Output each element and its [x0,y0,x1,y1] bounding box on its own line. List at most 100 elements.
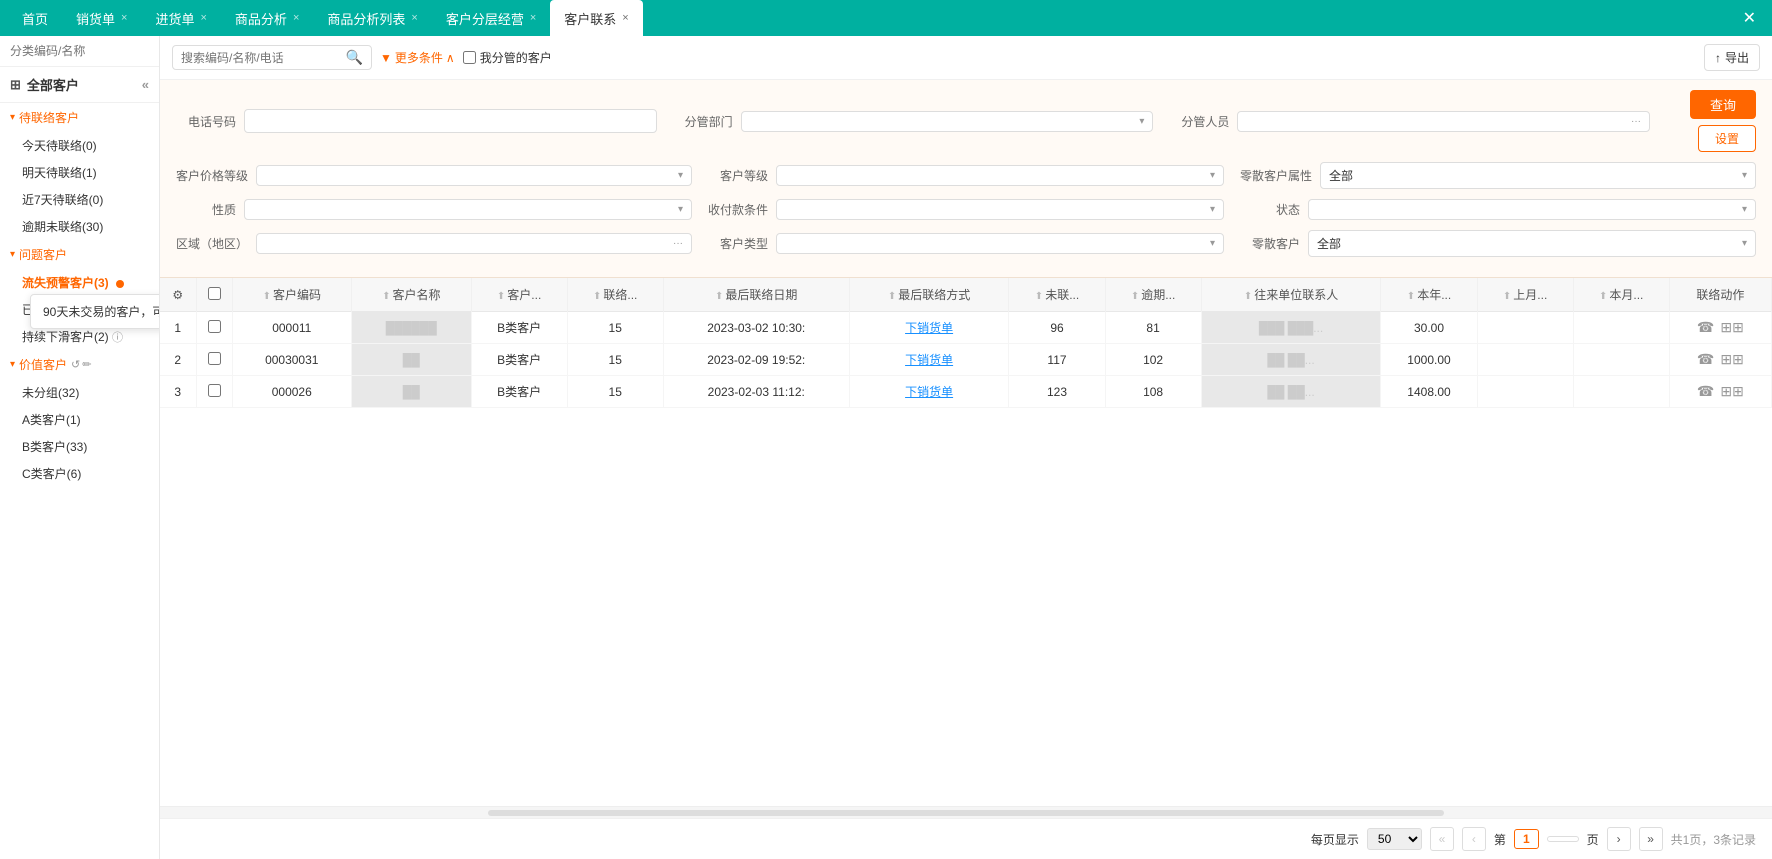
main-search-input[interactable] [181,51,346,65]
settings-button[interactable]: 设置 [1698,125,1756,152]
filter-field-person: 分管人员 ··· [1169,111,1650,132]
col-contacts: ⬆往来单位联系人 [1201,278,1381,312]
prev-page-button[interactable]: ‹ [1462,827,1486,851]
export-button[interactable]: ↑ 导出 [1704,44,1760,71]
row-contact-person: ██ ██... [1201,376,1381,408]
export-icon: ↑ [1715,51,1721,65]
query-button[interactable]: 查询 [1690,90,1756,119]
price-level-select[interactable]: ▾ [256,165,692,186]
sidebar-group-problem[interactable]: ▾ 问题客户 [0,240,159,269]
tab-analysis-list-close[interactable]: × [411,12,417,24]
row-checkbox[interactable] [196,376,232,408]
filter-field-status: 状态 ▾ [1240,199,1756,220]
row-select-checkbox[interactable] [208,384,221,397]
gender-select[interactable]: ▾ [244,199,692,220]
phone-input[interactable] [244,109,657,133]
action-more-icon[interactable]: ⊞⊞ [1720,351,1743,368]
action-chat-icon[interactable]: ☎ [1697,351,1714,368]
customer-type-select[interactable]: ▾ [776,233,1224,254]
sidebar-item-overdue[interactable]: 逾期未联络(30) [0,213,159,240]
row-last-contact-method[interactable]: 下销货单 [849,312,1009,344]
filter-field-dept: 分管部门 ▾ [673,111,1154,132]
row-checkbox[interactable] [196,312,232,344]
tab-analysis-close[interactable]: × [293,12,299,24]
tab-sales-close[interactable]: × [121,12,127,24]
person-select[interactable]: ··· [1237,111,1650,132]
sidebar-all-customers[interactable]: ⊞ 全部客户 « [0,67,159,103]
row-action: ☎ ⊞⊞ [1669,376,1771,408]
my-customers-checkbox[interactable] [463,51,476,64]
action-chat-icon[interactable]: ☎ [1697,383,1714,400]
chevron-down-icon: ∧ [446,51,455,65]
action-more-icon[interactable]: ⊞⊞ [1720,319,1743,336]
row-select-checkbox[interactable] [208,352,221,365]
my-customers-checkbox-label[interactable]: 我分管的客户 [463,49,552,66]
more-conditions-button[interactable]: ▼ 更多条件 ∧ [380,49,455,66]
person-chevron-icon: ··· [1631,116,1641,127]
sidebar-group-pending[interactable]: ▾ 待联络客户 [0,103,159,132]
page-input[interactable] [1547,836,1579,842]
horizontal-scrollbar[interactable] [160,806,1772,818]
col-action: 联络动作 [1669,278,1771,312]
first-page-button[interactable]: « [1430,827,1454,851]
dept-select[interactable]: ▾ [741,111,1154,132]
tab-analysis[interactable]: 商品分析 × [221,0,313,36]
tab-customer-segmentation[interactable]: 客户分层经营 × [432,0,550,36]
row-last-month [1477,344,1573,376]
sidebar-item-churn-warning[interactable]: 流失预警客户(3) [0,269,159,296]
select-all-checkbox[interactable] [208,287,221,300]
level-label: 客户等级 [708,167,768,184]
tab-purchase[interactable]: 进货单 × [141,0,220,36]
tab-analysis-list[interactable]: 商品分析列表 × [313,0,431,36]
row-last-contact-method[interactable]: 下销货单 [849,344,1009,376]
sidebar-collapse-btn[interactable]: « [142,77,149,92]
sidebar-item-class-a[interactable]: A类客户(1) [0,406,159,433]
sidebar-item-class-c[interactable]: C类客户(6) [0,460,159,487]
tab-customer-seg-close[interactable]: × [530,12,536,24]
zero-attr-select[interactable]: 全部 ▾ [1320,162,1756,189]
tab-sales[interactable]: 销货单 × [62,0,141,36]
zero-customer-select[interactable]: 全部 ▾ [1308,230,1756,257]
tab-customer-contact-close[interactable]: × [622,12,628,24]
scrollbar-track[interactable] [488,810,1443,816]
col-checkbox[interactable] [196,278,232,312]
sidebar-group-value[interactable]: ▾ 价值客户 ↺ ✏ [0,350,159,379]
tab-home[interactable]: 首页 [8,0,62,36]
sidebar-item-class-b[interactable]: B类客户(33) [0,433,159,460]
page-label-before: 第 [1494,831,1506,848]
payment-chevron-icon: ▾ [1210,204,1215,215]
tab-bar: 首页 销货单 × 进货单 × 商品分析 × 商品分析列表 × 客户分层经营 × … [0,0,1772,36]
table-row: 2 00030031 ██ B类客户 15 2023-02-09 19:52: … [160,344,1772,376]
filter-toolbar-right: ↑ 导出 [1704,44,1760,71]
row-select-checkbox[interactable] [208,320,221,333]
row-overdue: 81 [1105,312,1201,344]
main-search-button[interactable]: 🔍 [346,49,363,66]
col-last-contact-date: ⬆最后联络日期 [663,278,849,312]
status-select[interactable]: ▾ [1308,199,1756,220]
per-page-select[interactable]: 50 20 100 [1367,828,1422,850]
sidebar-search-input[interactable] [10,44,160,58]
action-chat-icon[interactable]: ☎ [1697,319,1714,336]
sidebar-item-ungrouped[interactable]: 未分组(32) [0,379,159,406]
last-page-button[interactable]: » [1639,827,1663,851]
row-checkbox[interactable] [196,344,232,376]
next-page-button[interactable]: › [1607,827,1631,851]
col-last-contact-method: ⬆最后联络方式 [849,278,1009,312]
row-last-contact-method[interactable]: 下销货单 [849,376,1009,408]
action-more-icon[interactable]: ⊞⊞ [1720,383,1743,400]
level-select[interactable]: ▾ [776,165,1224,186]
window-close-button[interactable]: ✕ [1735,4,1764,32]
col-settings[interactable]: ⚙ [160,278,196,312]
row-code: 00030031 [232,344,352,376]
row-year-amount: 30.00 [1381,312,1477,344]
sidebar-item-tomorrow[interactable]: 明天待联络(1) [0,159,159,186]
tab-customer-contact[interactable]: 客户联系 × [550,0,642,36]
sidebar-item-7days[interactable]: 近7天待联络(0) [0,186,159,213]
payment-select[interactable]: ▾ [776,199,1224,220]
phone-label: 电话号码 [176,113,236,130]
sidebar-item-today[interactable]: 今天待联络(0) [0,132,159,159]
tab-purchase-close[interactable]: × [200,12,206,24]
filter-toolbar: 🔍 ▼ 更多条件 ∧ 我分管的客户 ↑ 导出 [160,36,1772,80]
row-action: ☎ ⊞⊞ [1669,344,1771,376]
region-select[interactable]: ··· [256,233,692,254]
